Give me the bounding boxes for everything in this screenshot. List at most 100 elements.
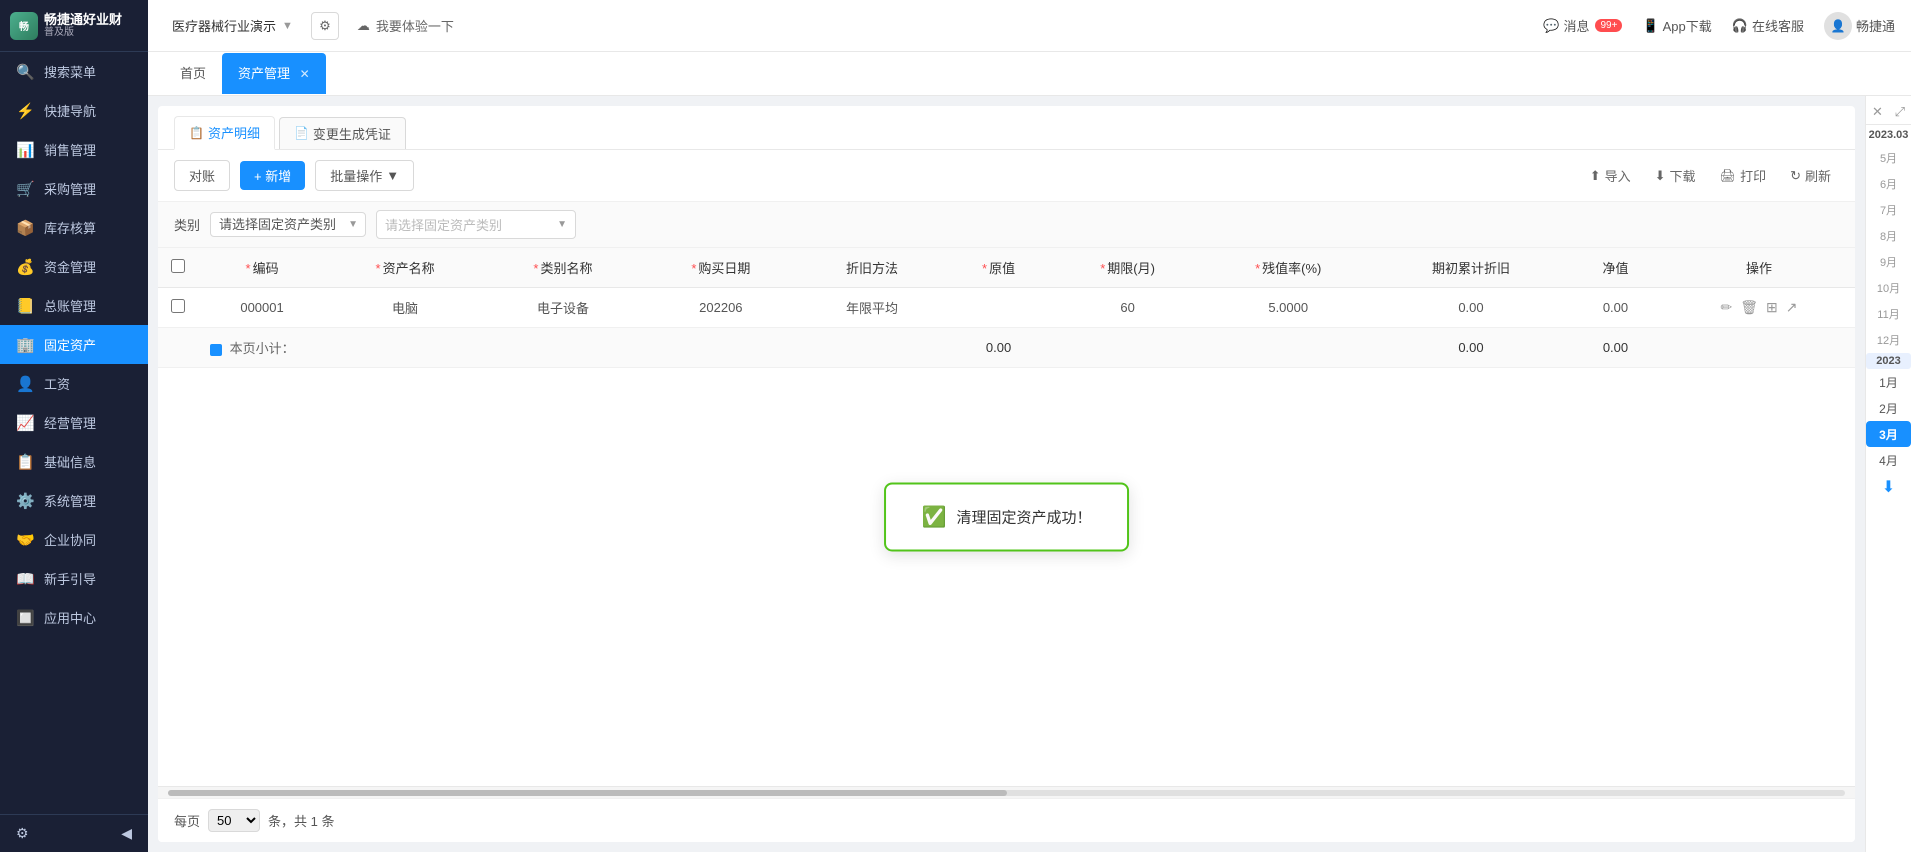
- sidebar-settings-icon[interactable]: ⚙: [16, 825, 29, 842]
- topbar: 医疗器械行业演示 ▼ ⚙ ☁ 我要体验一下 💬 消息 99+ 📱 App下载 🎧…: [148, 0, 1911, 52]
- sub-tab-change-voucher-label: 变更生成凭证: [313, 124, 391, 143]
- sidebar-item-funds[interactable]: 💰资金管理: [0, 247, 148, 286]
- batch-button[interactable]: 批量操作 ▼: [315, 160, 414, 191]
- panel-bottom-actions: ⬇: [1866, 473, 1911, 501]
- subtotal-row: 本页小计： 0.00 0.00 0.00: [158, 328, 1855, 368]
- print-label: 打印: [1740, 166, 1766, 185]
- online-service-button[interactable]: 🎧 在线客服: [1732, 16, 1804, 35]
- new-label: + 新增: [254, 166, 291, 185]
- more-button[interactable]: ↗: [1786, 299, 1798, 316]
- tab-asset-mgmt[interactable]: 资产管理 ✕: [222, 53, 326, 94]
- service-icon: 🎧: [1732, 18, 1748, 34]
- sidebar-item-operations[interactable]: 📈经营管理: [0, 403, 148, 442]
- asset-table-wrap: *编码 *资产名称 *类别名称 *购买日期 折旧方法 *原值 *期限(月) *残…: [158, 248, 1855, 786]
- app-download-button[interactable]: 📱 App下载: [1642, 16, 1711, 35]
- month-4[interactable]: 4月: [1866, 447, 1911, 473]
- row-original-value: [944, 288, 1052, 328]
- scrollbar-thumb[interactable]: [168, 790, 1007, 796]
- sidebar-item-purchase[interactable]: 🛒采购管理: [0, 169, 148, 208]
- select-all-checkbox[interactable]: [171, 259, 185, 273]
- th-initial-accum: 期初累计折旧: [1374, 248, 1568, 288]
- main-area: 医疗器械行业演示 ▼ ⚙ ☁ 我要体验一下 💬 消息 99+ 📱 App下载 🎧…: [148, 0, 1911, 852]
- sidebar-nav: 🔍搜索菜单⚡快捷导航📊销售管理🛒采购管理📦库存核算💰资金管理📒总账管理🏢固定资产…: [0, 52, 148, 814]
- panel-close-button[interactable]: ✕: [1872, 104, 1883, 120]
- sidebar-item-inventory[interactable]: 📦库存核算: [0, 208, 148, 247]
- sidebar-item-ledger[interactable]: 📒总账管理: [0, 286, 148, 325]
- batch-label: 批量操作: [330, 166, 382, 185]
- panel-down-arrow[interactable]: ⬇: [1882, 477, 1895, 497]
- month-9[interactable]: 9月: [1866, 249, 1911, 275]
- row-actions-cell: ✏ 🗑 ⊞ ↗: [1663, 288, 1855, 328]
- sidebar-item-guide[interactable]: 📖新手引导: [0, 559, 148, 598]
- topbar-settings-button[interactable]: ⚙: [311, 12, 339, 40]
- sub-tab-change-voucher[interactable]: 📄 变更生成凭证: [279, 117, 406, 149]
- row-depreciation: 年限平均: [800, 288, 944, 328]
- month-7[interactable]: 7月: [1866, 197, 1911, 223]
- sidebar-item-quicknav[interactable]: ⚡快捷导航: [0, 91, 148, 130]
- sidebar-item-apps[interactable]: 🔲 应用中心: [0, 598, 148, 637]
- row-net-value: 0.00: [1568, 288, 1663, 328]
- month-5[interactable]: 5月: [1866, 145, 1911, 171]
- sidebar-icon-apps: 🔲: [16, 609, 34, 627]
- sidebar-icon-purchase: 🛒: [16, 180, 34, 198]
- toolbar-right: ⬆ 导入 ⬇ 下载 🖨 打印 ↻ 刷新: [1582, 162, 1839, 189]
- panel-curr-year: 2023: [1866, 353, 1911, 369]
- edit-button[interactable]: ✏: [1721, 299, 1733, 316]
- row-category: 电子设备: [484, 288, 642, 328]
- month-11[interactable]: 11月: [1866, 301, 1911, 327]
- panel-expand-button[interactable]: ⤢: [1895, 104, 1905, 120]
- sidebar-icon-ledger: 📒: [16, 297, 34, 315]
- sidebar-item-payroll[interactable]: 👤工资: [0, 364, 148, 403]
- category-input[interactable]: 请选择固定资产类别 ▼: [376, 210, 576, 239]
- copy-button[interactable]: ⊞: [1766, 299, 1778, 316]
- month-3-current[interactable]: 3月: [1866, 421, 1911, 447]
- download-button[interactable]: ⬇ 下载: [1647, 162, 1704, 189]
- month-10[interactable]: 10月: [1866, 275, 1911, 301]
- sidebar-label-quicknav: 快捷导航: [44, 101, 96, 120]
- sidebar-item-system[interactable]: ⚙️系统管理: [0, 481, 148, 520]
- service-label: 在线客服: [1752, 16, 1804, 35]
- logo-title: 畅捷通好业财: [44, 12, 122, 28]
- sidebar-label-sales: 销售管理: [44, 140, 96, 159]
- import-button[interactable]: ⬆ 导入: [1582, 162, 1639, 189]
- sidebar-collapse-icon[interactable]: ◀: [121, 825, 132, 842]
- experience-button[interactable]: ☁ 我要体验一下: [357, 16, 454, 35]
- sidebar-item-search[interactable]: 🔍搜索菜单: [0, 52, 148, 91]
- tab-home[interactable]: 首页: [164, 53, 222, 94]
- month-8[interactable]: 8月: [1866, 223, 1911, 249]
- content-area: 📋 资产明细 📄 变更生成凭证 对账 + 新增 批量操作 ▼: [148, 96, 1911, 852]
- print-button[interactable]: 🖨 打印: [1712, 162, 1775, 189]
- month-2[interactable]: 2月: [1866, 395, 1911, 421]
- sidebar-icon-basic: 📋: [16, 453, 34, 471]
- delete-button[interactable]: 🗑: [1740, 299, 1758, 316]
- sidebar-icon-payroll: 👤: [16, 375, 34, 393]
- sidebar-item-sales[interactable]: 📊销售管理: [0, 130, 148, 169]
- subtotal-net: 0.00: [1568, 328, 1663, 368]
- row-actions: ✏ 🗑 ⊞ ↗: [1675, 299, 1843, 316]
- sidebar-item-fixed[interactable]: 🏢固定资产: [0, 325, 148, 364]
- user-menu[interactable]: 👤 畅捷通: [1824, 12, 1895, 40]
- row-checkbox[interactable]: [171, 299, 185, 313]
- sidebar-item-corp[interactable]: 🤝企业协同: [0, 520, 148, 559]
- th-category: *类别名称: [484, 248, 642, 288]
- refresh-button[interactable]: ↻ 刷新: [1782, 162, 1839, 189]
- category-filter-label: 类别: [174, 215, 200, 234]
- th-checkbox: [158, 248, 198, 288]
- per-page-select[interactable]: 102050100: [208, 809, 260, 832]
- company-selector[interactable]: 医疗器械行业演示 ▼: [164, 12, 301, 39]
- messages-button[interactable]: 💬 消息 99+: [1543, 16, 1622, 35]
- category-select[interactable]: 请选择固定资产类别电子设备机械设备房屋建筑: [210, 212, 366, 237]
- month-1[interactable]: 1月: [1866, 369, 1911, 395]
- month-12[interactable]: 12月: [1866, 327, 1911, 353]
- tab-close-icon[interactable]: ✕: [300, 67, 310, 81]
- sidebar-label-apps: 应用中心: [44, 608, 96, 627]
- sub-tab-asset-detail[interactable]: 📋 资产明细: [174, 116, 275, 150]
- horizontal-scrollbar[interactable]: [158, 786, 1855, 798]
- month-6[interactable]: 6月: [1866, 171, 1911, 197]
- new-button[interactable]: + 新增: [240, 161, 305, 190]
- sidebar-item-basic[interactable]: 📋基础信息: [0, 442, 148, 481]
- reconcile-button[interactable]: 对账: [174, 160, 230, 191]
- experience-icon: ☁: [357, 18, 370, 34]
- sidebar-label-fixed: 固定资产: [44, 335, 96, 354]
- logo-icon: 畅: [10, 12, 38, 40]
